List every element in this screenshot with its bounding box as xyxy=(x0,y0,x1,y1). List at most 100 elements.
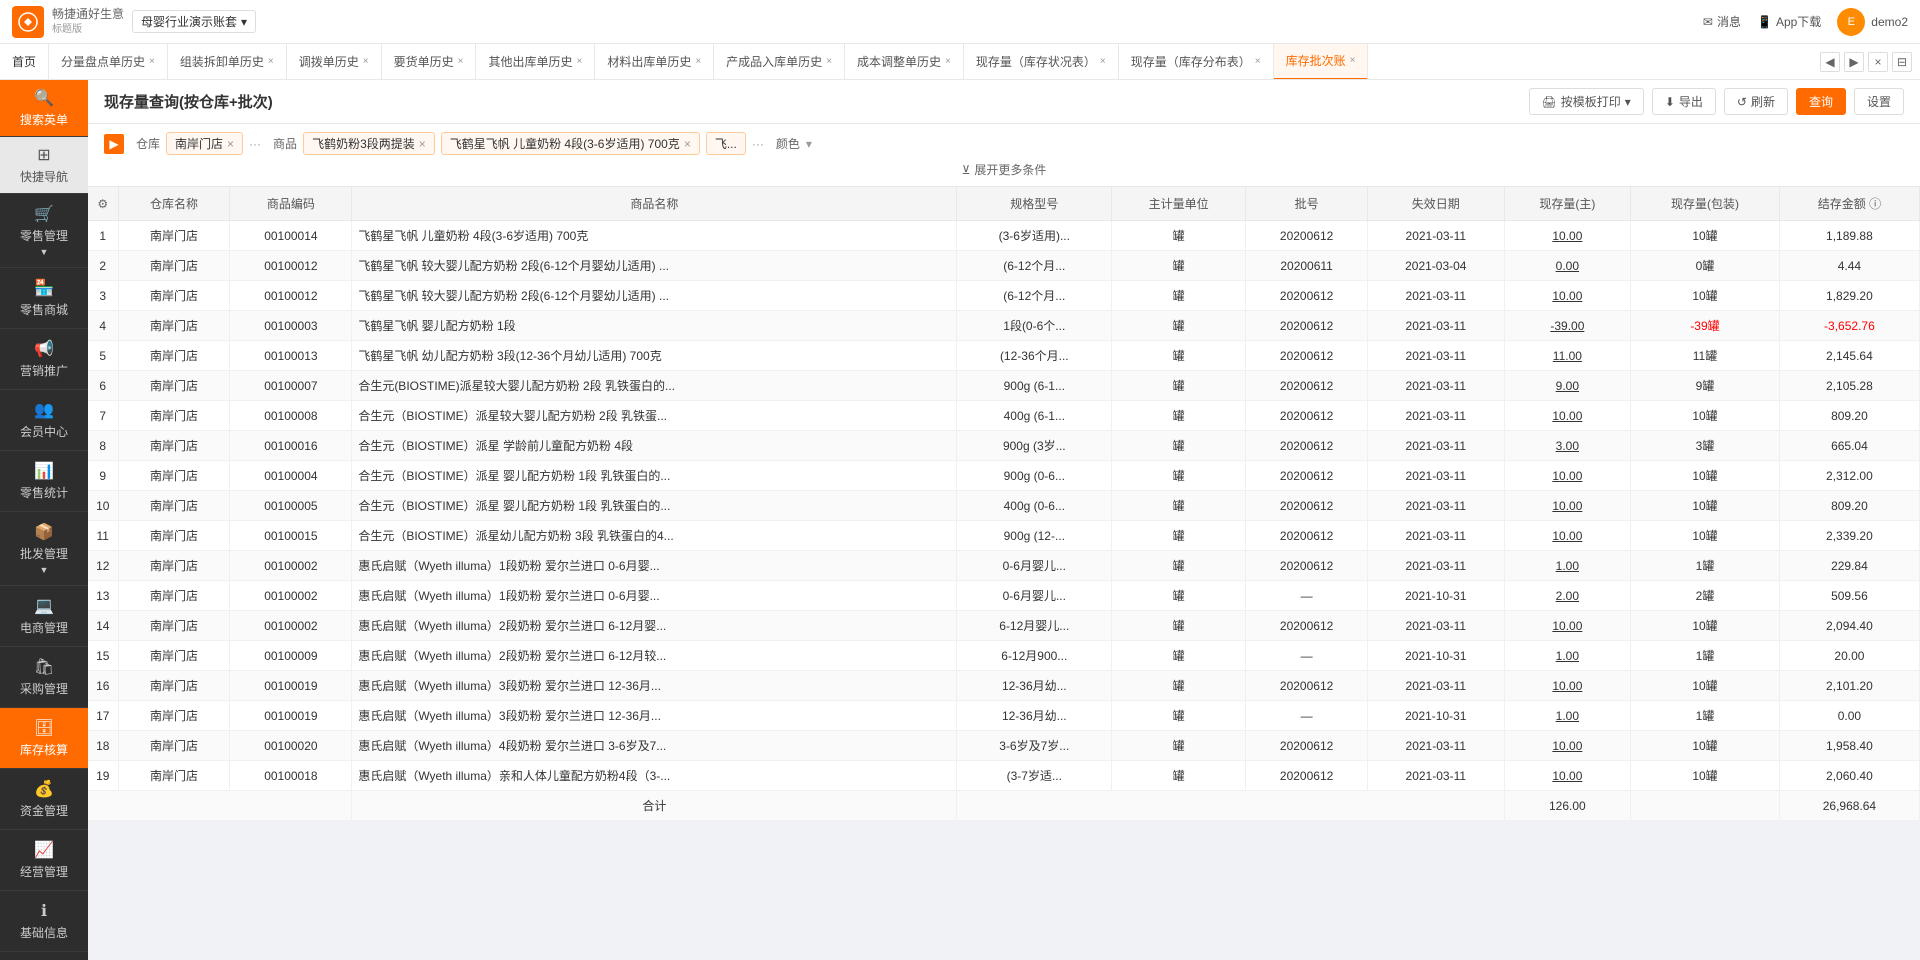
tab-chenben[interactable]: 成本调整单历史 × xyxy=(845,44,964,80)
col-settings[interactable]: ⚙ xyxy=(88,187,118,221)
close-tab[interactable]: × xyxy=(268,56,274,67)
tab-diaobo[interactable]: 调拨单历史 × xyxy=(287,44,382,80)
cell-name: 飞鹤星飞帆 幼儿配方奶粉 3段(12-36个月幼儿适用) 700克 xyxy=(352,341,957,371)
sidebar-item-member[interactable]: 👥 会员中心 xyxy=(0,390,88,451)
tab-chanchengpinruku[interactable]: 产成品入库单历史 × xyxy=(714,44,845,80)
cell-qty-main[interactable]: 11.00 xyxy=(1504,341,1631,371)
settings-button[interactable]: 设置 xyxy=(1854,88,1904,115)
close-tab[interactable]: × xyxy=(1255,56,1261,67)
sidebar-item-finance[interactable]: 💰 资金管理 xyxy=(0,769,88,830)
sidebar-item-ecommerce[interactable]: 💻 电商管理 xyxy=(0,586,88,647)
table-row: 12南岸门店00100002惠氏启赋（Wyeth illuma）1段奶粉 爱尔兰… xyxy=(88,551,1920,581)
filter-expand-arrow[interactable]: ▶ xyxy=(104,134,124,154)
close-tab[interactable]: × xyxy=(826,56,832,67)
print-button[interactable]: 🖨 按模板打印 ▾ xyxy=(1529,88,1644,115)
sidebar-item-search[interactable]: 🔍 搜索英单 xyxy=(0,80,88,137)
cell-qty-main[interactable]: 9.00 xyxy=(1504,371,1631,401)
sidebar-item-retail-shop[interactable]: 🏪 零售商城 xyxy=(0,268,88,329)
sidebar-item-operations[interactable]: 📈 经营管理 xyxy=(0,830,88,891)
close-tab[interactable]: × xyxy=(1350,55,1356,66)
tab-fenliangpandian[interactable]: 分量盘点单历史 × xyxy=(49,44,168,80)
color-dropdown-arrow[interactable]: ▾ xyxy=(806,137,812,151)
sidebar-item-marketing[interactable]: 📢 营销推广 xyxy=(0,329,88,390)
product-tag-more[interactable]: 飞... xyxy=(706,132,746,155)
cell-qty-main[interactable]: 2.00 xyxy=(1504,581,1631,611)
nav-left-arrow[interactable]: ◀ xyxy=(1820,52,1840,72)
printer-icon: 🖨 xyxy=(1542,95,1557,109)
app-download-link[interactable]: 📱 App下载 xyxy=(1757,13,1821,30)
sidebar-item-retail[interactable]: 🛒 零售管理 ▼ xyxy=(0,194,88,268)
sidebar-item-wholesale[interactable]: 📦 批发管理 ▼ xyxy=(0,512,88,586)
settings-icon[interactable]: ⚙ xyxy=(95,196,111,212)
tab-yaohuo[interactable]: 要货单历史 × xyxy=(382,44,477,80)
sidebar-item-purchase[interactable]: 🛍 采购管理 xyxy=(0,647,88,708)
cell-unit: 罐 xyxy=(1112,521,1246,551)
product-tag-1[interactable]: 飞鹤奶粉3段两提装 × xyxy=(303,132,435,155)
cell-amount: 665.04 xyxy=(1779,431,1919,461)
cell-qty-main[interactable]: 10.00 xyxy=(1504,401,1631,431)
cell-qty-main[interactable]: 10.00 xyxy=(1504,761,1631,791)
expand-more[interactable]: ⊻ 展开更多条件 xyxy=(104,161,1904,178)
table-row: 18南岸门店00100020惠氏启赋（Wyeth illuma）4段奶粉 爱尔兰… xyxy=(88,731,1920,761)
remove-warehouse-tag[interactable]: × xyxy=(227,137,234,151)
cell-qty-main[interactable]: 10.00 xyxy=(1504,281,1631,311)
close-tab[interactable]: × xyxy=(945,56,951,67)
table-row: 2南岸门店00100012飞鹤星飞帆 较大婴儿配方奶粉 2段(6-12个月婴幼儿… xyxy=(88,251,1920,281)
warehouse-dots[interactable]: ··· xyxy=(249,137,261,151)
cell-qty-main[interactable]: 1.00 xyxy=(1504,701,1631,731)
cell-qty-main[interactable]: 10.00 xyxy=(1504,521,1631,551)
refresh-button[interactable]: ↺ 刷新 xyxy=(1724,88,1788,115)
cell-num: 18 xyxy=(88,731,118,761)
close-tab[interactable]: × xyxy=(149,56,155,67)
tab-zuchaizhejian[interactable]: 组装拆卸单历史 × xyxy=(168,44,287,80)
tab-xiancunliang2[interactable]: 现存量（库存分布表） × xyxy=(1119,44,1274,80)
retail-icon: 🛒 xyxy=(34,204,54,224)
close-tab[interactable]: × xyxy=(458,56,464,67)
cell-qty-main[interactable]: 10.00 xyxy=(1504,611,1631,641)
tab-xiancunliang1[interactable]: 现存量（库存状况表） × xyxy=(964,44,1119,80)
table-row: 17南岸门店00100019惠氏启赋（Wyeth illuma）3段奶粉 爱尔兰… xyxy=(88,701,1920,731)
nav-close[interactable]: × xyxy=(1868,52,1888,72)
export-button[interactable]: ⬇ 导出 xyxy=(1652,88,1716,115)
sidebar-item-system[interactable]: ⚙ 系统管理 xyxy=(0,952,88,960)
remove-product-tag-1[interactable]: × xyxy=(419,137,426,151)
cell-qty-main[interactable]: 3.00 xyxy=(1504,431,1631,461)
cell-qty-main[interactable]: 10.00 xyxy=(1504,461,1631,491)
remove-product-tag-2[interactable]: × xyxy=(684,137,691,151)
message-link[interactable]: ✉ 消息 xyxy=(1703,13,1741,30)
cell-qty-main[interactable]: 0.00 xyxy=(1504,251,1631,281)
workspace-select[interactable]: 母婴行业演示账套 ▾ xyxy=(132,10,256,33)
cell-batch: 20200611 xyxy=(1246,251,1368,281)
close-tab[interactable]: × xyxy=(695,56,701,67)
sidebar-item-retail-stats[interactable]: 📊 零售统计 xyxy=(0,451,88,512)
sidebar-item-inventory[interactable]: 🗄 库存核算 xyxy=(0,708,88,769)
cell-name: 惠氏启赋（Wyeth illuma）3段奶粉 爱尔兰进口 12-36月... xyxy=(352,701,957,731)
user-area[interactable]: E demo2 xyxy=(1837,8,1908,36)
cell-qty-main[interactable]: 1.00 xyxy=(1504,641,1631,671)
cell-qty-main[interactable]: 1.00 xyxy=(1504,551,1631,581)
cell-qty-main[interactable]: 10.00 xyxy=(1504,671,1631,701)
cell-qty-main[interactable]: 10.00 xyxy=(1504,221,1631,251)
cell-num: 15 xyxy=(88,641,118,671)
product-tag-2[interactable]: 飞鹤星飞帆 儿童奶粉 4段(3-6岁适用) 700克 × xyxy=(441,132,700,155)
cell-warehouse: 南岸门店 xyxy=(118,281,230,311)
tab-cailiaochuku[interactable]: 材料出库单历史 × xyxy=(595,44,714,80)
query-button[interactable]: 查询 xyxy=(1796,88,1846,115)
tab-home[interactable]: 首页 xyxy=(0,44,49,80)
cell-qty-main[interactable]: 10.00 xyxy=(1504,491,1631,521)
cell-qty-main[interactable]: 10.00 xyxy=(1504,731,1631,761)
sidebar-item-nav[interactable]: ⊞ 快捷导航 xyxy=(0,137,88,194)
sidebar-item-basic[interactable]: ℹ 基础信息 xyxy=(0,891,88,952)
cell-qty-main[interactable]: -39.00 xyxy=(1504,311,1631,341)
nav-menu[interactable]: ⊟ xyxy=(1892,52,1912,72)
product-dots[interactable]: ··· xyxy=(752,137,764,151)
close-tab[interactable]: × xyxy=(363,56,369,67)
nav-right-arrow[interactable]: ▶ xyxy=(1844,52,1864,72)
tab-kucunpici[interactable]: 库存批次账 × xyxy=(1274,44,1369,80)
close-tab[interactable]: × xyxy=(576,56,582,67)
tab-qitachuku[interactable]: 其他出库单历史 × xyxy=(476,44,595,80)
warehouse-tag-nanandianmen[interactable]: 南岸门店 × xyxy=(166,132,243,155)
cell-amount: 0.00 xyxy=(1779,701,1919,731)
cell-qty-pkg: 1罐 xyxy=(1631,551,1780,581)
close-tab[interactable]: × xyxy=(1100,56,1106,67)
